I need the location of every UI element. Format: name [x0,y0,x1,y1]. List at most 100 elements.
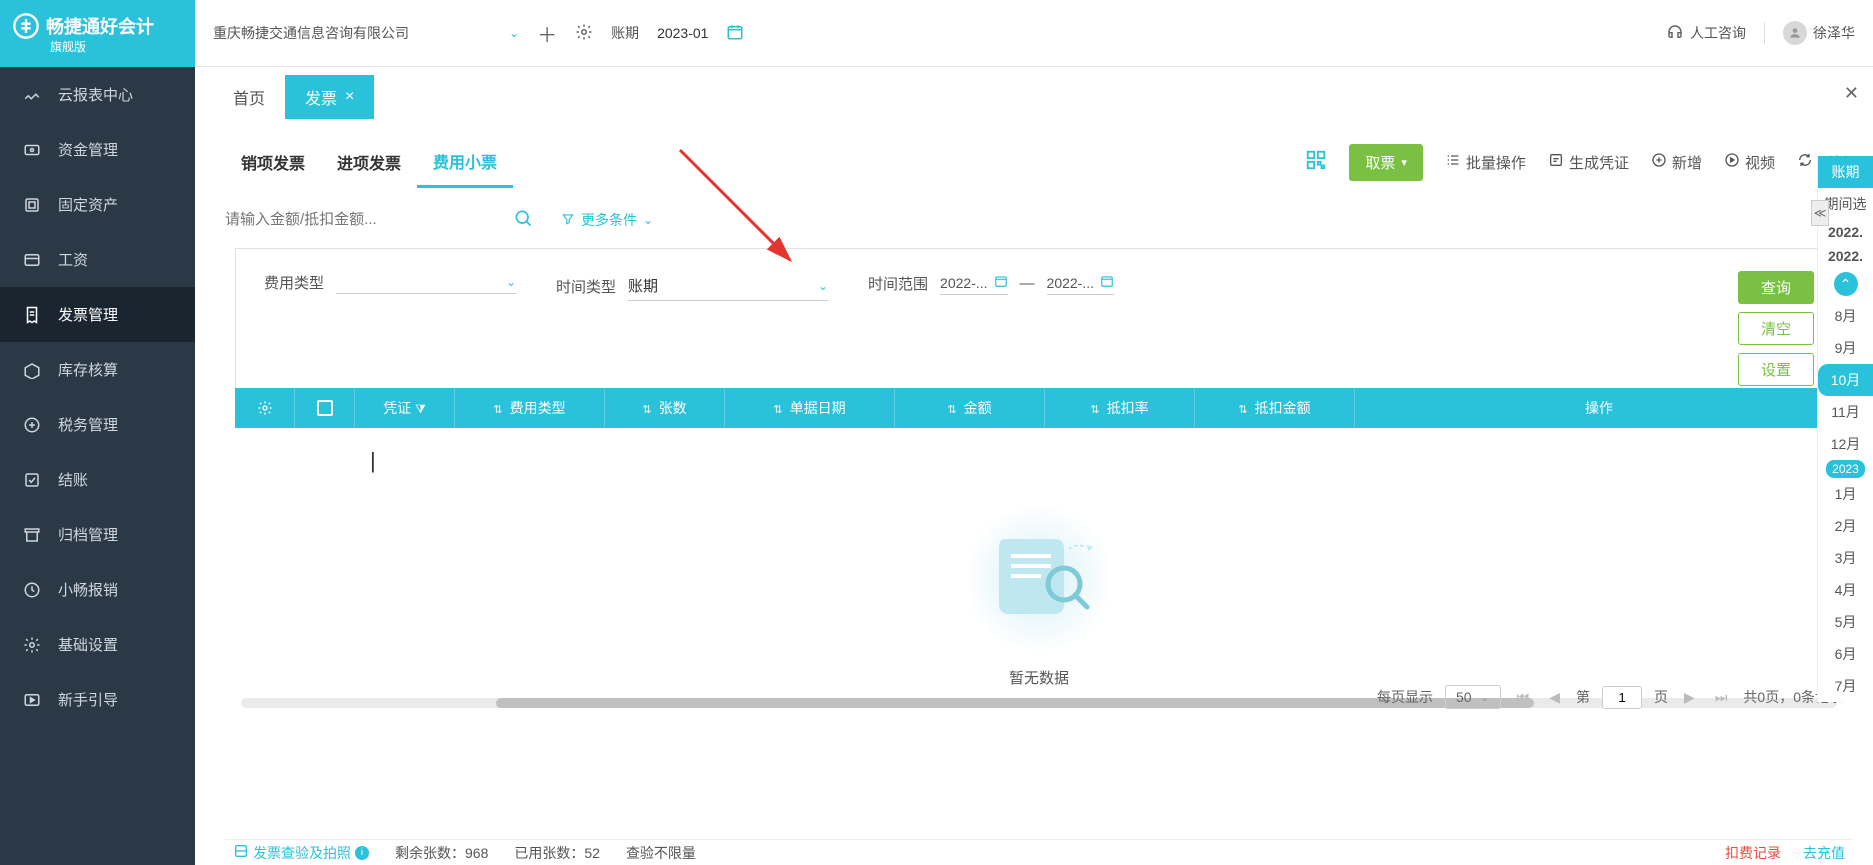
close-all-icon[interactable]: ✕ [1844,83,1859,104]
fee-type-select[interactable]: ⌄ [336,271,516,294]
filter-icon [561,212,575,229]
tab-home[interactable]: 首页 [213,75,285,119]
page-input[interactable] [1602,686,1642,709]
subtab-sales[interactable]: 销项发票 [225,138,321,186]
button-label: 清空 [1761,321,1791,338]
chevron-down-icon: ⌄ [818,279,828,293]
period-month[interactable]: 6月 [1818,638,1873,670]
settings-button[interactable]: 设置 [1738,353,1814,386]
nav-label: 资金管理 [58,139,118,160]
tab-bar: 首页 发票 × ✕ [195,67,1873,127]
expand-handle-icon[interactable]: ≪ [1811,200,1829,226]
empty-state: | 暂无数据 [235,428,1843,688]
date-from[interactable]: 2022-... [940,271,1007,295]
next-page-icon[interactable]: ▶ [1680,689,1699,706]
support-button[interactable]: 人工咨询 [1666,23,1746,44]
col-fee-type[interactable]: 费用类型 [455,388,605,428]
subtab-label: 费用小票 [433,155,497,172]
prev-page-icon[interactable]: ◀ [1545,689,1564,706]
headset-icon [1666,23,1684,44]
col-rate[interactable]: 抵扣率 [1045,388,1195,428]
company-selector[interactable]: 重庆畅捷交通信息咨询有限公司 ⌄ [213,23,519,43]
first-page-icon[interactable]: ⏮ [1513,689,1534,706]
col-amount[interactable]: 金额 [895,388,1045,428]
col-date[interactable]: 单据日期 [725,388,895,428]
col-checkbox[interactable] [295,388,355,428]
nav-archive[interactable]: 归档管理 [0,507,195,562]
date-to[interactable]: 2022-... [1047,271,1114,295]
user-menu[interactable]: 徐泽华 [1783,21,1855,45]
invoice-check-link[interactable]: 发票查验及拍照 i [233,843,369,863]
col-settings[interactable] [235,388,295,428]
deduct-link[interactable]: 扣费记录 [1725,843,1781,863]
sidebar: 畅捷通好会计 旗舰版 云报表中心 资金管理 固定资产 工资 发票管理 库存核算 … [0,0,195,865]
money-icon [22,140,42,160]
period-year[interactable]: 2022. [1828,244,1863,268]
nav-closing[interactable]: 结账 [0,452,195,507]
qr-icon[interactable] [1305,149,1327,175]
add-icon[interactable]: ＋ [537,19,557,48]
nav-salary[interactable]: 工资 [0,232,195,287]
query-button[interactable]: 查询 [1738,271,1814,304]
period-month[interactable]: 12月 [1818,428,1873,460]
gen-voucher-button[interactable]: 生成凭证 [1548,152,1629,173]
fetch-button[interactable]: 取票▾ [1349,144,1423,181]
period-month[interactable]: 7月 [1818,670,1873,702]
more-conditions[interactable]: 更多条件 ⌄ [561,210,653,230]
nav-funds[interactable]: 资金管理 [0,122,195,177]
recharge-link[interactable]: 去充值 [1803,843,1845,863]
nav-assets[interactable]: 固定资产 [0,177,195,232]
col-count[interactable]: 张数 [605,388,725,428]
nav-guide[interactable]: 新手引导 [0,672,195,727]
last-page-icon[interactable]: ⏭ [1711,689,1732,706]
time-type-select[interactable]: 账期⌄ [628,271,828,301]
close-icon[interactable]: × [345,88,354,106]
clear-button[interactable]: 清空 [1738,312,1814,345]
chart-icon [22,85,42,105]
period-month[interactable]: 1月 [1818,478,1873,510]
nav-cloud-report[interactable]: 云报表中心 [0,67,195,122]
settings-gear-icon[interactable] [575,23,593,44]
per-page-select[interactable]: 50⌄ [1445,685,1501,709]
nav-tax[interactable]: 税务管理 [0,397,195,452]
avatar-icon [1783,21,1807,45]
filter-time-range: 时间范围 2022-... — 2022-... [868,271,1114,295]
tab-label: 首页 [233,91,265,108]
period-month[interactable]: 4月 [1818,574,1873,606]
period-month[interactable]: 8月 [1818,300,1873,332]
batch-button[interactable]: 批量操作 [1445,152,1526,173]
range-dash: — [1020,275,1035,292]
col-voucher[interactable]: 凭证 [355,388,455,428]
nav-stock[interactable]: 库存核算 [0,342,195,397]
period-month[interactable]: 11月 [1818,396,1873,428]
nav-settings[interactable]: 基础设置 [0,617,195,672]
col-deduct-amount[interactable]: 抵扣金额 [1195,388,1355,428]
search-input[interactable] [225,211,485,229]
period-month[interactable]: 9月 [1818,332,1873,364]
col-label: 抵扣金额 [1255,398,1311,418]
period-year[interactable]: 2022. [1828,220,1863,244]
divider [1764,22,1765,44]
period-month[interactable]: 2月 [1818,510,1873,542]
period-month[interactable]: 5月 [1818,606,1873,638]
voucher-icon [1548,152,1564,172]
nav-expense[interactable]: 小畅报销 [0,562,195,617]
period-month[interactable]: 3月 [1818,542,1873,574]
nav-invoice[interactable]: 发票管理 [0,287,195,342]
text-cursor: | [370,448,376,474]
subtab-purchase[interactable]: 进项发票 [321,138,417,186]
add-button[interactable]: 新增 [1651,152,1702,173]
nav-label: 新手引导 [58,689,118,710]
period-label: 账期 [611,23,639,43]
col-label: 单据日期 [790,398,846,418]
subtab-receipt[interactable]: 费用小票 [417,137,513,188]
calendar-icon[interactable] [726,23,744,44]
search-icon[interactable] [513,208,533,233]
video-button[interactable]: 视频 [1724,152,1775,173]
period-month-active[interactable]: 10月 [1818,364,1873,396]
sort-icon [493,400,505,416]
support-label: 人工咨询 [1690,23,1746,43]
subtab-label: 进项发票 [337,156,401,173]
tab-invoice[interactable]: 发票 × [285,75,374,119]
scroll-top-icon[interactable]: ⌃ [1834,272,1858,296]
